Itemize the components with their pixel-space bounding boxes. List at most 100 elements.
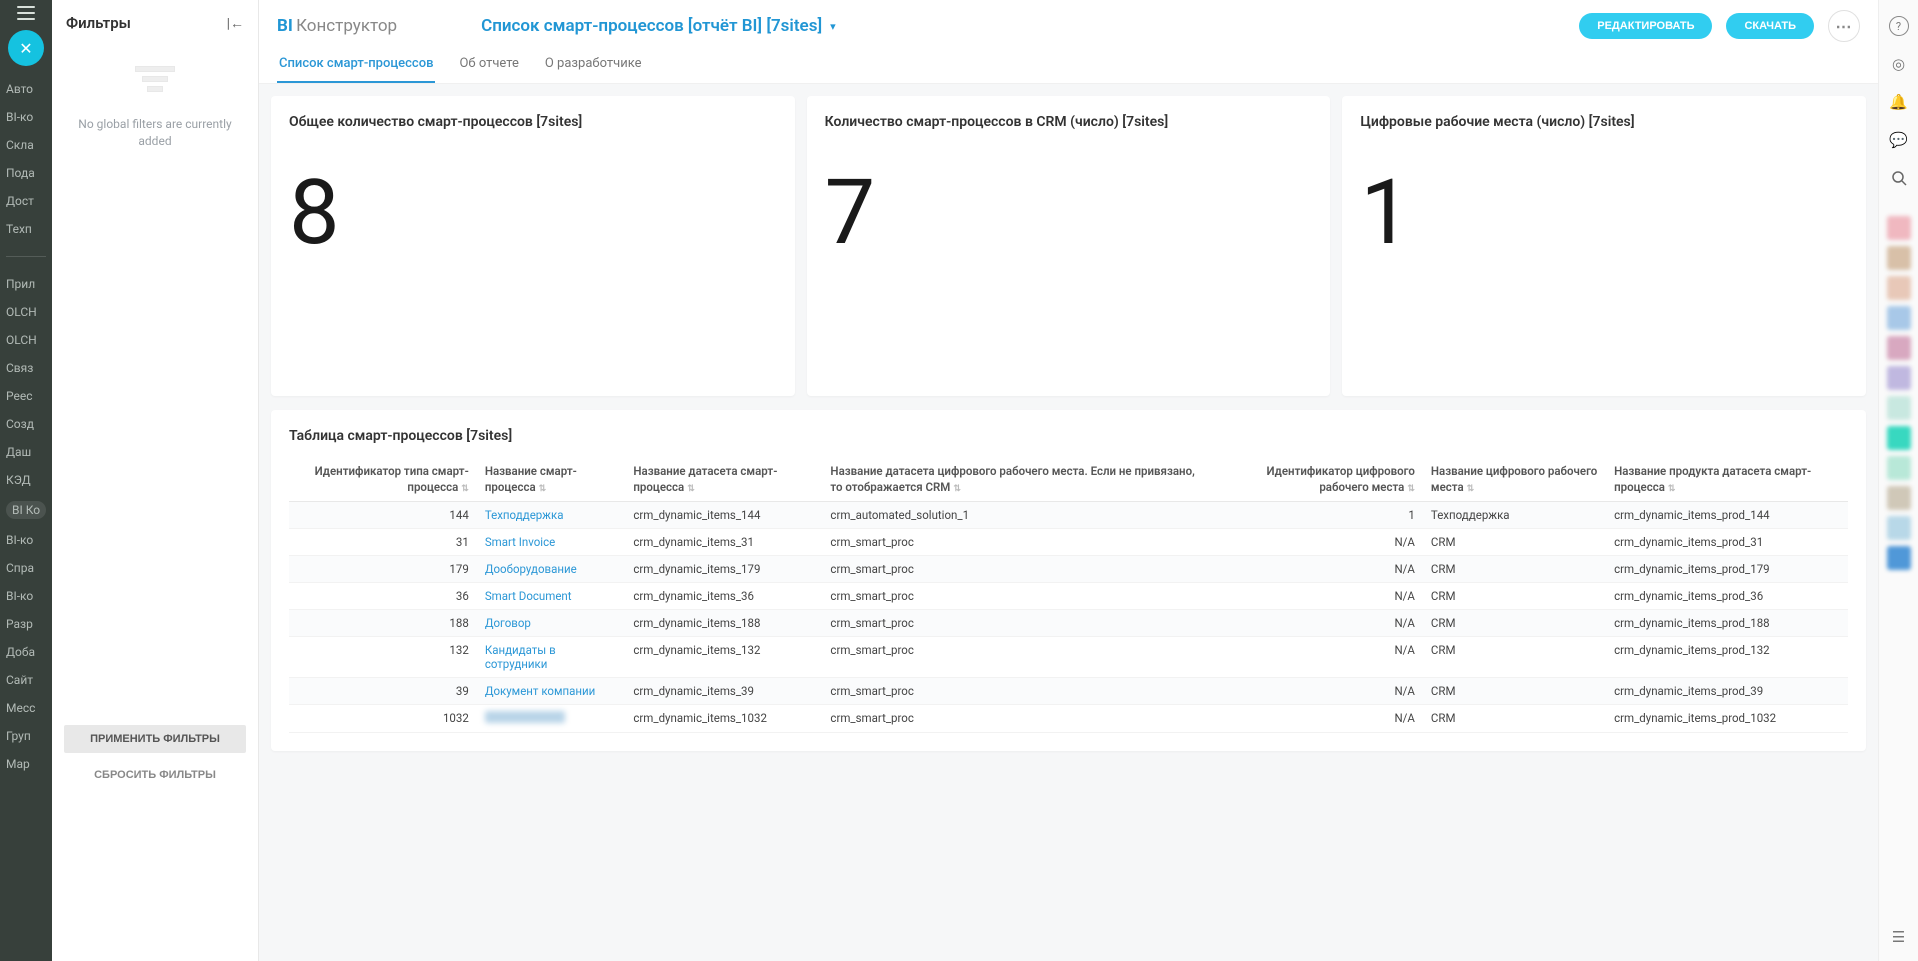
table-cell[interactable]: Договор — [477, 610, 626, 637]
filter-panel: Фильтры |← No global filters are current… — [52, 0, 259, 961]
column-header[interactable]: Название цифрового рабочего места⇅ — [1423, 458, 1606, 502]
bell-icon[interactable]: 🔔 — [1889, 92, 1909, 112]
avatar[interactable] — [1887, 216, 1911, 240]
column-header[interactable]: Идентификатор типа смарт-процесса⇅ — [289, 458, 477, 502]
avatar[interactable] — [1887, 246, 1911, 270]
table-cell: CRM — [1423, 556, 1606, 583]
card-title: Цифровые рабочие места (число) [7sites] — [1360, 114, 1848, 130]
card-value: 1 — [1360, 168, 1848, 258]
column-header[interactable]: Название датасета смарт-процесса⇅ — [625, 458, 822, 502]
table-row: 132Кандидаты в сотрудникиcrm_dynamic_ite… — [289, 637, 1848, 678]
column-header[interactable]: Название продукта датасета смарт-процесс… — [1606, 458, 1848, 502]
column-header[interactable]: Название смарт-процесса⇅ — [477, 458, 626, 502]
brand: BI Конструктор — [277, 16, 397, 36]
drawer-item[interactable]: Скла — [6, 138, 46, 152]
edit-button[interactable]: РЕДАКТИРОВАТЬ — [1579, 13, 1712, 39]
metric-card: Цифровые рабочие места (число) [7sites] 1 — [1342, 96, 1866, 396]
page-title[interactable]: Список смарт-процессов [отчёт BI] [7site… — [481, 16, 822, 36]
column-header[interactable]: Название датасета цифрового рабочего мес… — [822, 458, 1214, 502]
tab[interactable]: Об отчете — [457, 56, 520, 83]
hamburger-icon[interactable] — [17, 6, 35, 20]
avatar[interactable] — [1887, 486, 1911, 510]
table-cell: CRM — [1423, 529, 1606, 556]
close-button[interactable]: ✕ — [8, 30, 44, 66]
table-cell[interactable]: Дооборудование — [477, 556, 626, 583]
drawer-item[interactable]: Реес — [6, 389, 46, 403]
table-cell: crm_dynamic_items_prod_39 — [1606, 678, 1848, 705]
table-cell[interactable]: Кандидаты в сотрудники — [477, 637, 626, 678]
avatar[interactable] — [1887, 546, 1911, 570]
column-header[interactable]: Идентификатор цифрового рабочего места⇅ — [1214, 458, 1422, 502]
table-cell: N/A — [1214, 529, 1422, 556]
help-icon[interactable]: ? — [1889, 16, 1909, 36]
avatar[interactable] — [1887, 396, 1911, 420]
drawer-item[interactable]: BI-ко — [6, 110, 46, 124]
avatar[interactable] — [1887, 306, 1911, 330]
table-cell[interactable]: Документ компании — [477, 678, 626, 705]
drawer-item[interactable]: BI-ко — [6, 589, 46, 603]
table-cell: crm_smart_proc — [822, 529, 1214, 556]
more-button[interactable]: ⋯ — [1828, 10, 1860, 42]
table-cell: 1032 — [289, 705, 477, 733]
table-cell: crm_dynamic_items_prod_36 — [1606, 583, 1848, 610]
drawer-item[interactable]: Доба — [6, 645, 46, 659]
smart-processes-table: Идентификатор типа смарт-процесса⇅Назван… — [289, 458, 1848, 733]
table-cell: N/A — [1214, 610, 1422, 637]
right-rail: ? ◎ 🔔 💬 ☰ — [1878, 0, 1918, 961]
avatar[interactable] — [1887, 456, 1911, 480]
table-cell[interactable] — [477, 705, 626, 733]
avatar[interactable] — [1887, 516, 1911, 540]
avatar[interactable] — [1887, 366, 1911, 390]
drawer-item[interactable]: OLCH — [6, 305, 46, 319]
drawer-item[interactable]: Пода — [6, 166, 46, 180]
avatar[interactable] — [1887, 426, 1911, 450]
drawer-item[interactable]: OLCH — [6, 333, 46, 347]
drawer-item[interactable]: Прил — [6, 277, 46, 291]
drawer-item[interactable]: Груп — [6, 729, 46, 743]
chevron-down-icon[interactable]: ▾ — [830, 20, 836, 33]
table-cell: Техподдержка — [1423, 502, 1606, 529]
download-button[interactable]: СКАЧАТЬ — [1726, 13, 1814, 39]
tab[interactable]: О разработчике — [543, 56, 644, 83]
table-cell[interactable]: Техподдержка — [477, 502, 626, 529]
metric-card: Количество смарт-процессов в CRM (число)… — [807, 96, 1331, 396]
drawer-item[interactable]: Авто — [6, 82, 46, 96]
table-title: Таблица смарт-процессов [7sites] — [289, 428, 1848, 444]
search-icon[interactable] — [1889, 168, 1909, 188]
drawer-item[interactable]: Связ — [6, 361, 46, 375]
drawer-item[interactable]: Разр — [6, 617, 46, 631]
list-icon[interactable]: ☰ — [1889, 927, 1909, 947]
table-cell: CRM — [1423, 637, 1606, 678]
collapse-icon[interactable]: |← — [227, 15, 244, 32]
drawer-item[interactable]: Мар — [6, 757, 46, 771]
table-cell: 31 — [289, 529, 477, 556]
table-cell: 1 — [1214, 502, 1422, 529]
chat-icon[interactable]: 💬 — [1889, 130, 1909, 150]
drawer-item[interactable]: BI-ко — [6, 533, 46, 547]
table-cell: N/A — [1214, 705, 1422, 733]
tab[interactable]: Список смарт-процессов — [277, 56, 435, 83]
drawer-item[interactable]: КЭД — [6, 473, 46, 487]
drawer-item[interactable]: Дост — [6, 194, 46, 208]
drawer-item[interactable]: Техп — [6, 222, 46, 236]
apply-filters-button[interactable]: ПРИМЕНИТЬ ФИЛЬТРЫ — [64, 725, 246, 753]
drawer-item[interactable]: Созд — [6, 417, 46, 431]
table-cell: crm_dynamic_items_prod_132 — [1606, 637, 1848, 678]
table-cell: N/A — [1214, 583, 1422, 610]
avatar[interactable] — [1887, 336, 1911, 360]
table-cell[interactable]: Smart Document — [477, 583, 626, 610]
drawer-item[interactable]: Спра — [6, 561, 46, 575]
table-cell: 39 — [289, 678, 477, 705]
drawer-item[interactable]: Даш — [6, 445, 46, 459]
table-cell[interactable]: Smart Invoice — [477, 529, 626, 556]
drawer-item[interactable]: Сайт — [6, 673, 46, 687]
spiral-icon[interactable]: ◎ — [1889, 54, 1909, 74]
drawer-item[interactable]: Месс — [6, 701, 46, 715]
filters-empty-text: No global filters are currently added — [66, 116, 244, 150]
table-row: 188Договорcrm_dynamic_items_188crm_smart… — [289, 610, 1848, 637]
table-cell: 179 — [289, 556, 477, 583]
avatar[interactable] — [1887, 276, 1911, 300]
table-cell: CRM — [1423, 583, 1606, 610]
drawer-item[interactable]: BI Ко — [6, 501, 46, 519]
reset-filters-button[interactable]: СБРОСИТЬ ФИЛЬТРЫ — [64, 761, 246, 789]
